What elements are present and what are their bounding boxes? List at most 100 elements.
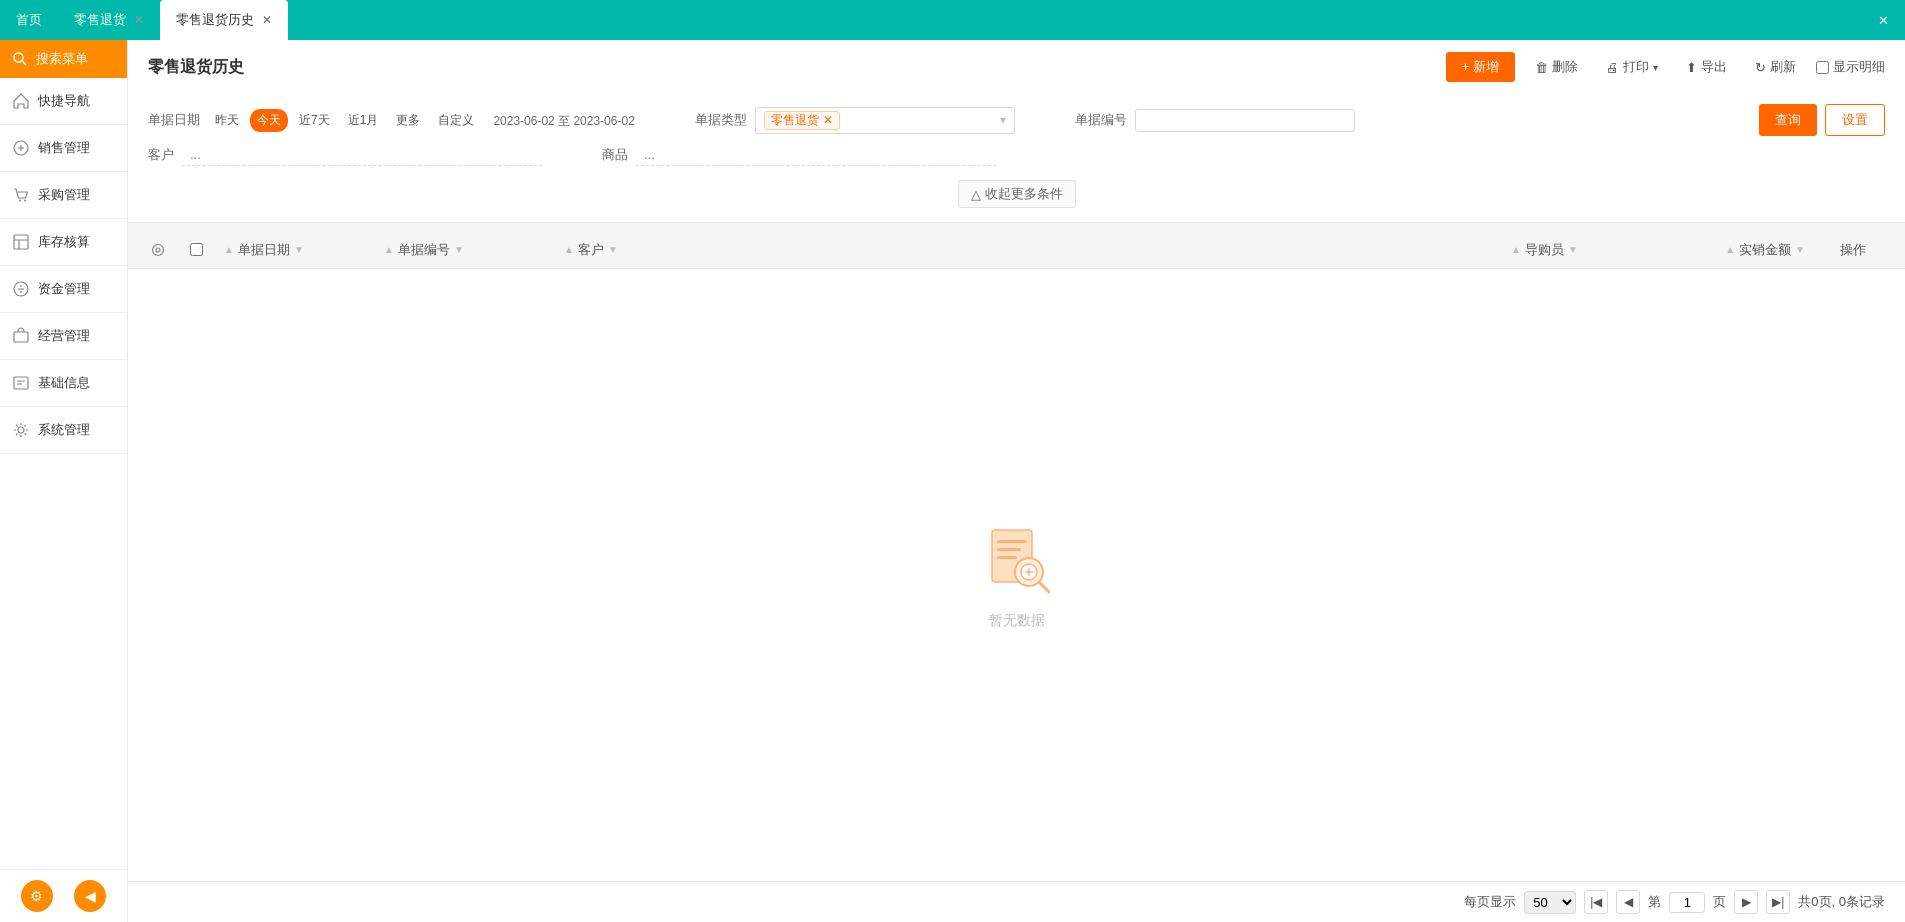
print-btn[interactable]: 🖨 打印 ▾ (1598, 54, 1666, 80)
type-tag-close[interactable]: ✕ (823, 113, 833, 127)
print-icon: 🖨 (1606, 60, 1619, 75)
svg-point-3 (19, 200, 21, 202)
prev-page-btn[interactable]: ◀ (1616, 890, 1640, 914)
new-btn[interactable]: + 新增 (1446, 52, 1515, 82)
sidebar-item-inventory[interactable]: 库存核算 (0, 219, 127, 266)
page-label: 第 (1648, 893, 1661, 911)
sort-icon-cust-down: ▼ (608, 244, 618, 255)
sort-icon-num-up: ▲ (384, 244, 394, 255)
tab-retail-return-history[interactable]: 零售退货历史 ✕ (160, 0, 288, 40)
sidebar-item-sales[interactable]: 销售管理 (0, 125, 127, 172)
tab-retail-return[interactable]: 零售退货 ✕ (58, 0, 160, 40)
page-number-input[interactable] (1669, 892, 1705, 913)
tab-retail-return-history-close[interactable]: ✕ (262, 13, 272, 27)
svg-point-4 (24, 200, 26, 202)
date-btn-yesterday[interactable]: 昨天 (208, 109, 246, 132)
date-filter-field: 单据日期 昨天 今天 近7天 近1月 更多 自定义 2023-06-02 至 2… (148, 109, 635, 132)
sort-icon-guide-up: ▲ (1511, 244, 1521, 255)
date-btn-7days[interactable]: 近7天 (292, 109, 337, 132)
delete-btn[interactable]: 🗑 删除 (1527, 54, 1586, 80)
sidebar-item-quick-nav[interactable]: 快捷导航 (0, 78, 127, 125)
query-btn[interactable]: 查询 (1759, 104, 1817, 136)
svg-line-1 (22, 61, 26, 65)
th-guide[interactable]: ▲ 导购员 ▼ (1503, 241, 1663, 259)
type-filter-select[interactable]: 零售退货 ✕ ▾ (755, 107, 1015, 134)
svg-line-18 (1039, 582, 1049, 592)
sidebar-item-basic[interactable]: 基础信息 (0, 360, 127, 407)
date-filter-btns: 昨天 今天 近7天 近1月 更多 自定义 (208, 109, 481, 132)
filter-row-1: 单据日期 昨天 今天 近7天 近1月 更多 自定义 2023-06-02 至 2… (148, 104, 1885, 136)
page-header: 零售退货历史 + 新增 🗑 删除 🖨 打印 ▾ ⬆ 导出 (128, 40, 1905, 223)
next-page-btn[interactable]: ▶ (1734, 890, 1758, 914)
number-filter-label: 单据编号 (1075, 111, 1127, 129)
th-amount[interactable]: ▲ 实销金额 ▼ (1663, 241, 1813, 259)
tab-home[interactable]: 零售退货历史 首页 (0, 0, 58, 40)
column-setting-icon (151, 243, 165, 257)
th-customer[interactable]: ▲ 客户 ▼ (556, 241, 1503, 259)
sort-icon-num-down: ▼ (454, 244, 464, 255)
date-filter-label: 单据日期 (148, 111, 200, 129)
collapse-icon: △ (971, 187, 981, 202)
print-chevron-icon: ▾ (1653, 62, 1658, 73)
date-btn-1month[interactable]: 近1月 (341, 109, 386, 132)
sidebar-item-purchase[interactable]: 采购管理 (0, 172, 127, 219)
date-range-text: 2023-06-02 至 2023-06-02 (493, 113, 634, 130)
top-bar-close[interactable]: ✕ (1878, 13, 1905, 28)
th-check[interactable] (176, 243, 216, 256)
th-setting[interactable] (140, 243, 176, 257)
tab-retail-return-close[interactable]: ✕ (134, 13, 144, 27)
goods-filter-field: 商品 (602, 144, 996, 166)
page-size-select[interactable]: 20 50 100 200 (1524, 891, 1576, 914)
delete-icon: 🗑 (1535, 60, 1548, 75)
th-number[interactable]: ▲ 单据编号 ▼ (376, 241, 556, 259)
svg-rect-15 (997, 556, 1017, 559)
collapse-sidebar-btn[interactable]: ◀ (74, 880, 106, 912)
last-page-btn[interactable]: ▶| (1766, 890, 1790, 914)
sidebar-search-label: 搜索菜单 (36, 50, 88, 68)
empty-text: 暂无数据 (989, 612, 1045, 630)
svg-rect-14 (997, 548, 1021, 551)
th-date[interactable]: ▲ 单据日期 ▼ (216, 241, 376, 259)
sort-icon-amount-down: ▼ (1795, 244, 1805, 255)
refresh-icon: ↻ (1755, 60, 1766, 75)
svg-point-0 (14, 53, 23, 62)
content-area: 零售退货历史 + 新增 🗑 删除 🖨 打印 ▾ ⬆ 导出 (128, 40, 1905, 922)
first-page-btn[interactable]: |◀ (1584, 890, 1608, 914)
sidebar-item-operations[interactable]: 经营管理 (0, 313, 127, 360)
export-btn[interactable]: ⬆ 导出 (1678, 54, 1735, 80)
svg-rect-5 (14, 235, 28, 249)
finance-icon (12, 280, 30, 298)
settings-bottom-btn[interactable]: ⚙ (21, 880, 53, 912)
customer-filter-input[interactable] (182, 144, 542, 166)
goods-filter-input[interactable] (636, 144, 996, 166)
select-all-checkbox[interactable] (190, 243, 203, 256)
show-detail-checkbox[interactable] (1816, 61, 1829, 74)
nav-label-sales: 销售管理 (38, 139, 90, 157)
page-title-row: 零售退货历史 + 新增 🗑 删除 🖨 打印 ▾ ⬆ 导出 (148, 52, 1885, 82)
date-btn-more[interactable]: 更多 (389, 109, 427, 132)
show-detail-check[interactable]: 显示明细 (1816, 58, 1885, 76)
collapse-filter-btn[interactable]: △ 收起更多条件 (958, 180, 1076, 208)
nav-label-finance: 资金管理 (38, 280, 90, 298)
system-icon (12, 421, 30, 439)
svg-point-10 (153, 244, 164, 255)
type-select-chevron: ▾ (1000, 113, 1006, 127)
basic-icon (12, 374, 30, 392)
sidebar-item-system[interactable]: 系统管理 (0, 407, 127, 454)
sort-icon-date-down: ▼ (294, 244, 304, 255)
type-filter-label: 单据类型 (695, 111, 747, 129)
refresh-btn[interactable]: ↻ 刷新 (1747, 54, 1804, 80)
table-header: ▲ 单据日期 ▼ ▲ 单据编号 ▼ ▲ 客户 ▼ ▲ 导购员 ▼ (128, 231, 1905, 269)
date-btn-custom[interactable]: 自定义 (431, 109, 481, 132)
number-filter-input[interactable] (1135, 109, 1355, 132)
sidebar-item-finance[interactable]: 资金管理 (0, 266, 127, 313)
export-icon: ⬆ (1686, 60, 1697, 75)
date-btn-today[interactable]: 今天 (250, 109, 288, 132)
main-layout: 搜索菜单 快捷导航 销售管理 采购管理 (0, 40, 1905, 922)
nav-label-purchase: 采购管理 (38, 186, 90, 204)
svg-rect-13 (997, 540, 1027, 543)
page-title: 零售退货历史 (148, 57, 244, 78)
sidebar-search[interactable]: 搜索菜单 (0, 40, 127, 78)
toolbar: + 新增 🗑 删除 🖨 打印 ▾ ⬆ 导出 ↻ (1446, 52, 1885, 82)
settings-btn[interactable]: 设置 (1825, 104, 1885, 136)
